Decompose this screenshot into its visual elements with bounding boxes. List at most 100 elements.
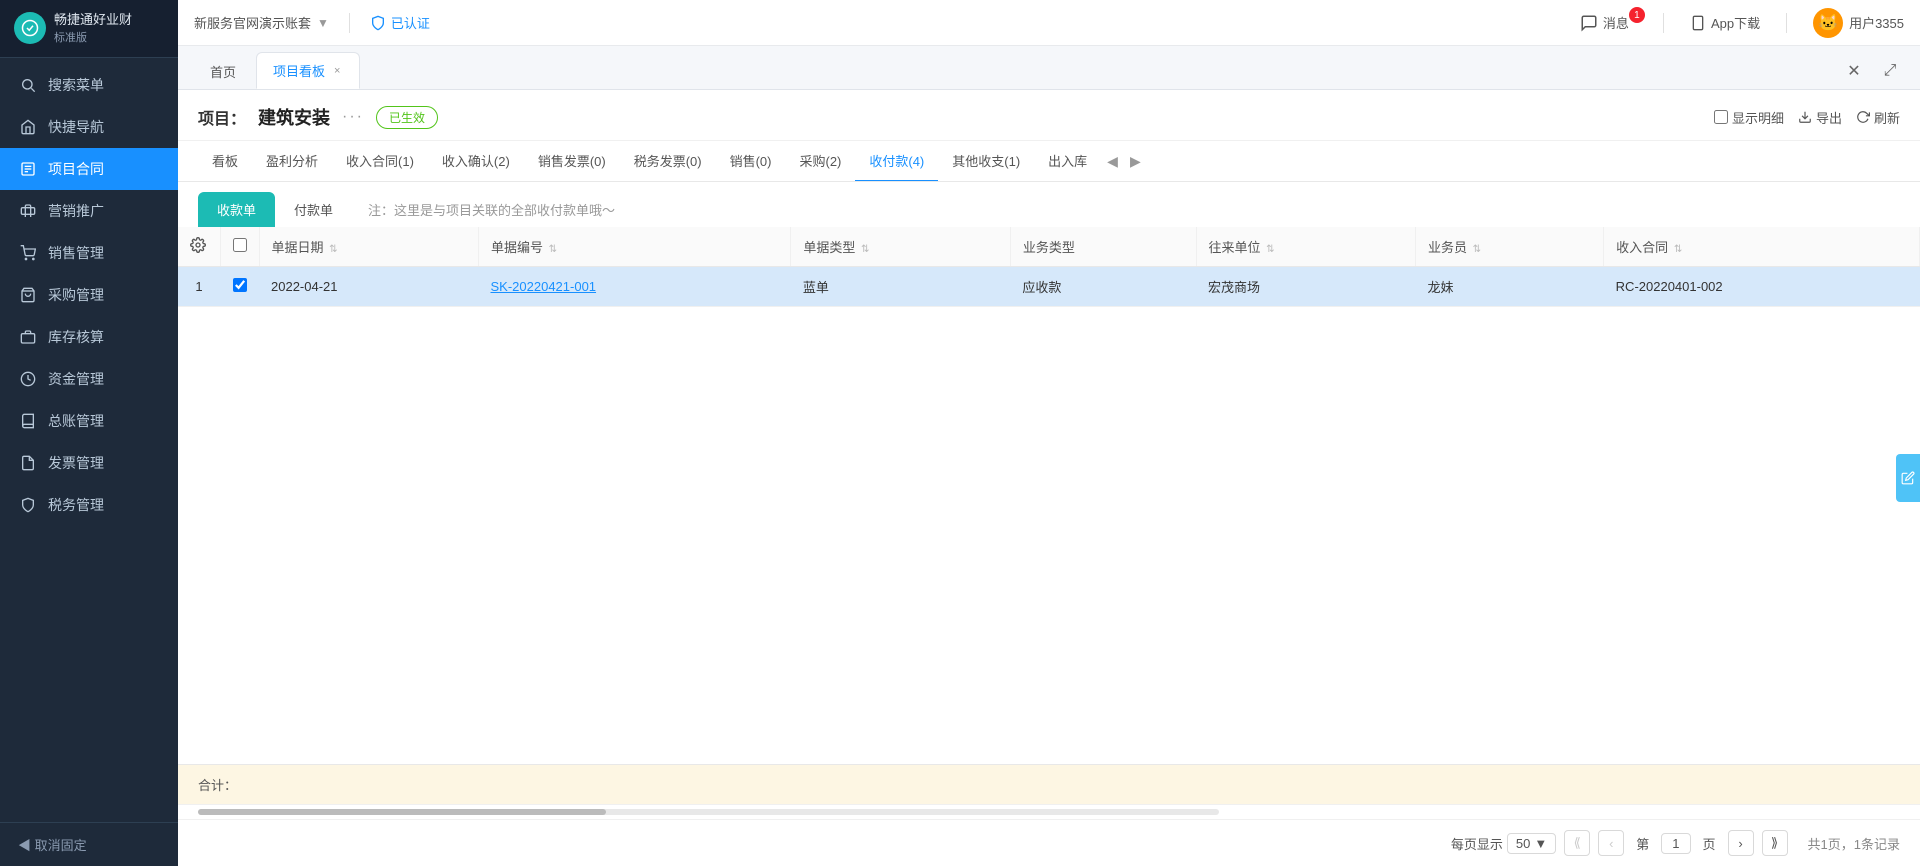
per-page-value: 50 xyxy=(1516,836,1530,851)
right-panel-toggle[interactable] xyxy=(1896,454,1920,502)
sub-tab-kanban[interactable]: 看板 xyxy=(198,141,252,182)
sidebar-item-tax-label: 税务管理 xyxy=(48,495,104,515)
sidebar-item-sales-mgmt-label: 销售管理 xyxy=(48,243,104,263)
edit-panel-icon xyxy=(1901,471,1915,485)
sub-tab-inout[interactable]: 出入库 xyxy=(1034,141,1101,182)
inner-tabs: 收款单 付款单 注：这里是与项目关联的全部收付款单哦～ xyxy=(178,182,1920,227)
app-download-label: App下载 xyxy=(1711,13,1760,32)
sidebar-item-marketing[interactable]: 营销推广 xyxy=(0,190,178,232)
row-no[interactable]: SK-20220421-001 xyxy=(479,267,791,307)
refresh-button[interactable]: 刷新 xyxy=(1856,108,1900,127)
page-last-button[interactable]: ⟫ xyxy=(1762,830,1788,856)
sidebar-item-inventory[interactable]: 库存核算 xyxy=(0,316,178,358)
tabbar: 首页 项目看板 × ✕ ⤢ xyxy=(178,46,1920,90)
row-type: 蓝单 xyxy=(791,267,1011,307)
inner-tab-note: 注：这里是与项目关联的全部收付款单哦～ xyxy=(368,200,615,219)
more-options-button[interactable]: ··· xyxy=(342,108,364,126)
row-checkbox-cell[interactable] xyxy=(220,267,259,307)
sub-tab-purchase[interactable]: 采购(2) xyxy=(785,141,855,182)
page-prev-button[interactable]: ‹ xyxy=(1598,830,1624,856)
row-no-link[interactable]: SK-20220421-001 xyxy=(491,279,597,294)
project-selector-arrow: ▼ xyxy=(317,16,329,30)
sub-tab-sales[interactable]: 销售(0) xyxy=(716,141,786,182)
th-settings[interactable] xyxy=(178,227,220,267)
th-date[interactable]: 单据日期 ⇅ xyxy=(259,227,479,267)
th-salesman[interactable]: 业务员 ⇅ xyxy=(1416,227,1604,267)
per-page-arrow: ▼ xyxy=(1534,836,1547,851)
sidebar: 畅捷通好业财 标准版 搜索菜单 快捷导航 项目合同 xyxy=(0,0,178,866)
sub-tab-profit[interactable]: 盈利分析 xyxy=(252,141,332,182)
export-label: 导出 xyxy=(1816,108,1842,127)
sidebar-item-search[interactable]: 搜索菜单 xyxy=(0,64,178,106)
topbar-divider3 xyxy=(1786,13,1787,33)
message-label: 消息 xyxy=(1603,13,1629,32)
sidebar-item-invoice[interactable]: 发票管理 xyxy=(0,442,178,484)
sub-tab-other-payment[interactable]: 其他收支(1) xyxy=(938,141,1034,182)
sub-tab-income-confirm[interactable]: 收入确认(2) xyxy=(428,141,524,182)
th-contract[interactable]: 收入合同 ⇅ xyxy=(1604,227,1920,267)
page-number: 1 xyxy=(1672,836,1679,851)
sidebar-item-sales-mgmt[interactable]: 销售管理 xyxy=(0,232,178,274)
th-partner[interactable]: 往来单位 ⇅ xyxy=(1196,227,1416,267)
ledger-icon xyxy=(18,411,38,431)
sort-date-icon: ⇅ xyxy=(329,244,337,255)
settings-icon xyxy=(190,237,206,253)
sidebar-item-project-contract[interactable]: 项目合同 xyxy=(0,148,178,190)
cert-label: 已认证 xyxy=(391,13,430,32)
sub-tab-payment[interactable]: 收付款(4) xyxy=(855,141,938,182)
th-checkbox[interactable] xyxy=(220,227,259,267)
sub-tab-arrow-right[interactable]: ▶ xyxy=(1124,145,1147,178)
sidebar-nav: 搜索菜单 快捷导航 项目合同 营销推广 销售管理 xyxy=(0,58,178,822)
inner-tab-receipt[interactable]: 收款单 xyxy=(198,192,275,227)
sort-contract-icon: ⇅ xyxy=(1674,244,1682,255)
per-page-label: 每页显示 xyxy=(1451,834,1503,853)
select-all-checkbox[interactable] xyxy=(233,238,247,252)
th-no[interactable]: 单据编号 ⇅ xyxy=(479,227,791,267)
sidebar-item-marketing-label: 营销推广 xyxy=(48,201,104,221)
close-window-button[interactable]: ✕ xyxy=(1840,57,1868,85)
topbar-right: 消息 1 App下载 🐱 用户3355 xyxy=(1572,8,1904,38)
table-wrap: 单据日期 ⇅ 单据编号 ⇅ 单据类型 ⇅ 业务类型 xyxy=(178,227,1920,764)
export-button[interactable]: 导出 xyxy=(1798,108,1842,127)
app-name: 畅捷通好业财 xyxy=(54,12,132,29)
show-detail-checkbox[interactable] xyxy=(1714,110,1728,124)
inner-tab-payment[interactable]: 付款单 xyxy=(275,192,352,227)
app-version: 标准版 xyxy=(54,29,132,45)
sidebar-item-tax[interactable]: 税务管理 xyxy=(0,484,178,526)
th-type[interactable]: 单据类型 ⇅ xyxy=(791,227,1011,267)
show-detail-toggle[interactable]: 显示明细 xyxy=(1714,108,1784,127)
tab-home[interactable]: 首页 xyxy=(194,54,252,89)
sidebar-item-purchase-mgmt[interactable]: 采购管理 xyxy=(0,274,178,316)
sidebar-item-finance[interactable]: 资金管理 xyxy=(0,358,178,400)
topbar: 新服务官网演示账套 ▼ 已认证 消息 1 App下载 🐱 用户3355 xyxy=(178,0,1920,46)
sidebar-item-purchase-mgmt-label: 采购管理 xyxy=(48,285,104,305)
page-next-button[interactable]: › xyxy=(1728,830,1754,856)
sidebar-item-quick-nav[interactable]: 快捷导航 xyxy=(0,106,178,148)
scrollbar-thumb[interactable] xyxy=(198,809,606,815)
sidebar-item-ledger[interactable]: 总账管理 xyxy=(0,400,178,442)
user-menu[interactable]: 🐱 用户3355 xyxy=(1813,8,1904,38)
app-download-button[interactable]: App下载 xyxy=(1690,13,1760,32)
per-page-dropdown[interactable]: 50 ▼ xyxy=(1507,833,1556,854)
project-selector-label: 新服务官网演示账套 xyxy=(194,13,311,32)
page-number-input[interactable]: 1 xyxy=(1661,833,1690,854)
message-button[interactable]: 消息 1 xyxy=(1572,13,1637,32)
tab-close-button[interactable]: × xyxy=(331,64,343,78)
sidebar-item-inventory-label: 库存核算 xyxy=(48,327,104,347)
row-checkbox[interactable] xyxy=(233,278,247,292)
sub-tab-sales-invoice[interactable]: 销售发票(0) xyxy=(524,141,620,182)
project-selector[interactable]: 新服务官网演示账套 ▼ xyxy=(194,13,329,32)
inner-tab-payment-label: 付款单 xyxy=(294,203,333,218)
table-row[interactable]: 1 2022-04-21 SK-20220421-001 蓝单 xyxy=(178,267,1920,307)
sub-tab-arrow-left[interactable]: ◀ xyxy=(1101,145,1124,178)
sub-tab-income-contract[interactable]: 收入合同(1) xyxy=(332,141,428,182)
sales-icon xyxy=(18,243,38,263)
expand-window-button[interactable]: ⤢ xyxy=(1876,57,1904,85)
sub-tab-tax-invoice[interactable]: 税务发票(0) xyxy=(620,141,716,182)
search-icon xyxy=(18,75,38,95)
sidebar-unpin[interactable]: ◀ 取消固定 xyxy=(0,822,178,866)
tabbar-actions: ✕ ⤢ xyxy=(1840,57,1904,89)
sidebar-item-ledger-label: 总账管理 xyxy=(48,411,104,431)
tab-project-board[interactable]: 项目看板 × xyxy=(256,52,360,89)
page-first-button[interactable]: ⟪ xyxy=(1564,830,1590,856)
